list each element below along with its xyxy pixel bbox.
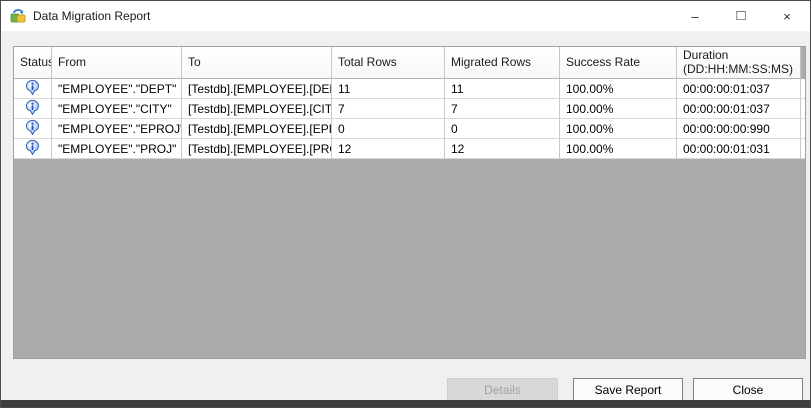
to-cell: [Testdb].[EMPLOYEE].[EPROJ]	[182, 119, 332, 138]
maximize-icon: □	[736, 8, 745, 23]
from-cell: "EMPLOYEE"."CITY"	[52, 99, 182, 118]
migrated-rows-cell: 7	[445, 99, 560, 118]
column-header-to[interactable]: To	[182, 47, 332, 79]
total-rows-cell: 11	[332, 79, 445, 98]
status-cell	[14, 99, 52, 118]
table-row[interactable]: "EMPLOYEE"."PROJ" [Testdb].[EMPLOYEE].[P…	[14, 139, 805, 159]
dialog-window: Data Migration Report – □ × Status From …	[0, 0, 811, 408]
table-row[interactable]: "EMPLOYEE"."CITY" [Testdb].[EMPLOYEE].[C…	[14, 99, 805, 119]
success-rate-cell: 100.00%	[560, 139, 677, 158]
status-cell	[14, 139, 52, 158]
success-rate-cell: 100.00%	[560, 79, 677, 98]
close-dialog-button[interactable]: Close	[693, 378, 803, 402]
table-row[interactable]: "EMPLOYEE"."EPROJ" [Testdb].[EMPLOYEE].[…	[14, 119, 805, 139]
to-cell: [Testdb].[EMPLOYEE].[CITY]	[182, 99, 332, 118]
column-header-migrated-rows[interactable]: Migrated Rows	[445, 47, 560, 79]
info-balloon-icon	[26, 80, 39, 98]
data-migration-app-icon	[10, 8, 26, 24]
total-rows-cell: 0	[332, 119, 445, 138]
minimize-icon: –	[691, 10, 698, 23]
column-header-from[interactable]: From	[52, 47, 182, 79]
window-title: Data Migration Report	[33, 9, 150, 23]
table-row[interactable]: "EMPLOYEE"."DEPT" [Testdb].[EMPLOYEE].[D…	[14, 79, 805, 99]
close-button[interactable]: ×	[764, 1, 810, 31]
details-button[interactable]: Details	[447, 378, 558, 402]
total-rows-cell: 12	[332, 139, 445, 158]
migrated-rows-cell: 11	[445, 79, 560, 98]
titlebar: Data Migration Report – □ ×	[1, 1, 810, 31]
info-balloon-icon	[26, 100, 39, 118]
to-cell: [Testdb].[EMPLOYEE].[DEPT]	[182, 79, 332, 98]
from-cell: "EMPLOYEE"."EPROJ"	[52, 119, 182, 138]
grid-header-row: Status From To Total Rows Migrated Rows …	[14, 47, 805, 79]
status-cell	[14, 119, 52, 138]
from-cell: "EMPLOYEE"."DEPT"	[52, 79, 182, 98]
duration-cell: 00:00:00:00:990	[677, 119, 801, 138]
duration-cell: 00:00:00:01:037	[677, 99, 801, 118]
info-balloon-icon	[26, 120, 39, 138]
column-header-status[interactable]: Status	[14, 47, 52, 79]
duration-cell: 00:00:00:01:037	[677, 79, 801, 98]
duration-cell: 00:00:00:01:031	[677, 139, 801, 158]
minimize-button[interactable]: –	[672, 1, 718, 31]
maximize-button[interactable]: □	[718, 1, 764, 31]
from-cell: "EMPLOYEE"."PROJ"	[52, 139, 182, 158]
column-header-duration[interactable]: Duration (DD:HH:MM:SS:MS)	[677, 47, 801, 79]
success-rate-cell: 100.00%	[560, 99, 677, 118]
migration-report-grid: Status From To Total Rows Migrated Rows …	[13, 46, 806, 359]
column-header-total-rows[interactable]: Total Rows	[332, 47, 445, 79]
window-controls: – □ ×	[672, 1, 810, 31]
column-header-success-rate[interactable]: Success Rate	[560, 47, 677, 79]
success-rate-cell: 100.00%	[560, 119, 677, 138]
to-cell: [Testdb].[EMPLOYEE].[PROJ]	[182, 139, 332, 158]
close-icon: ×	[783, 10, 791, 23]
total-rows-cell: 7	[332, 99, 445, 118]
migrated-rows-cell: 0	[445, 119, 560, 138]
window-bottom-edge	[1, 400, 810, 407]
status-cell	[14, 79, 52, 98]
migrated-rows-cell: 12	[445, 139, 560, 158]
info-balloon-icon	[26, 140, 39, 158]
save-report-button[interactable]: Save Report	[573, 378, 683, 402]
